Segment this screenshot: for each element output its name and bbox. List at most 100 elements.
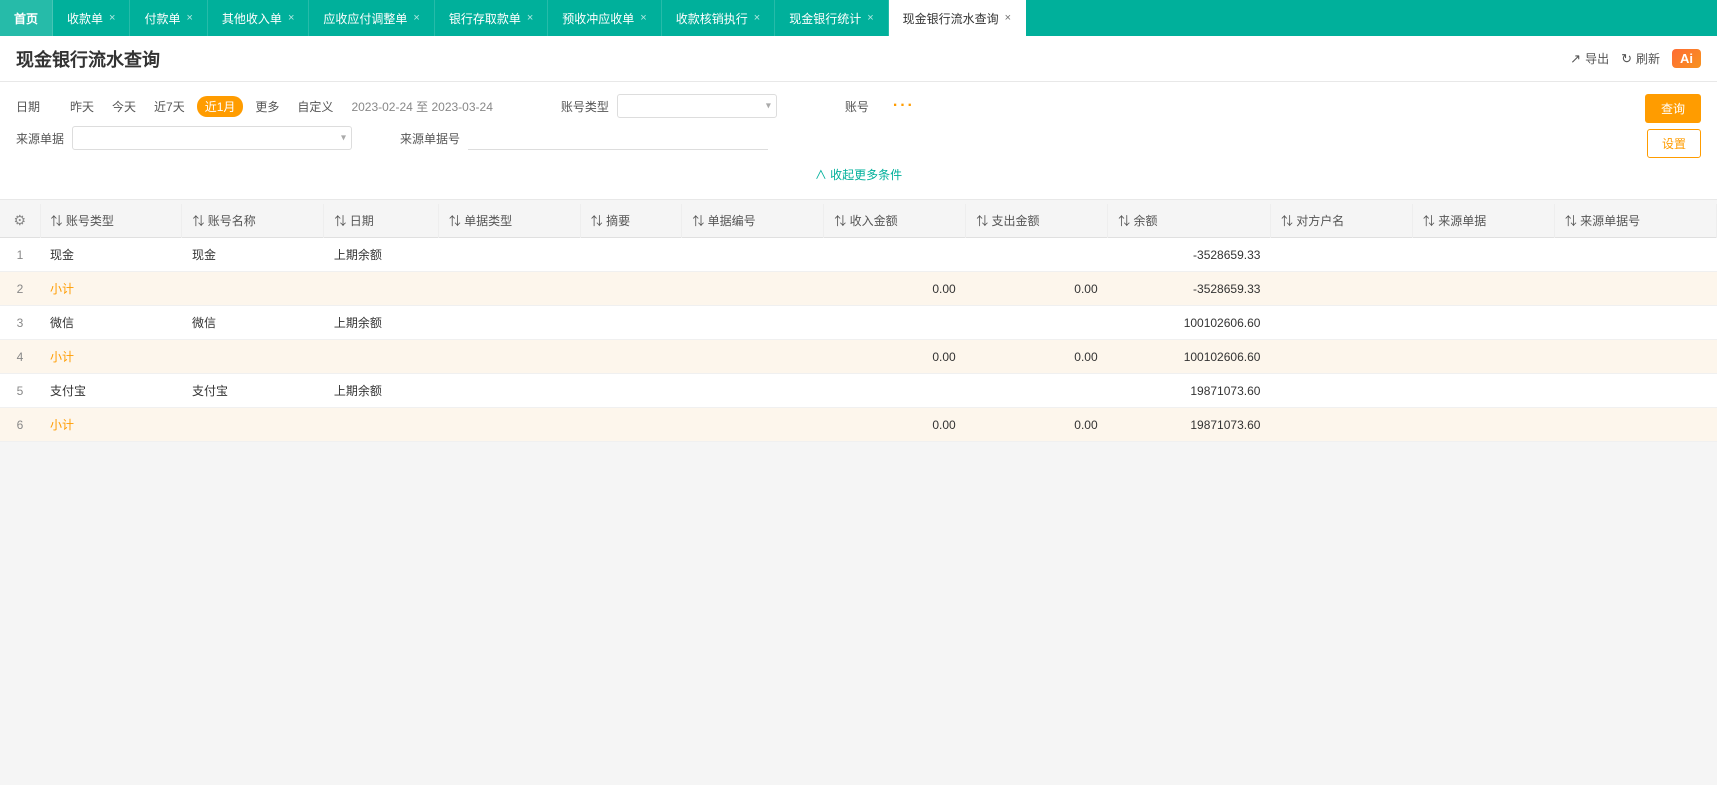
col-counterpart-label: ⇅ 对方户名 (1281, 214, 1344, 228)
row-account-name (182, 408, 324, 442)
nav-item-receipt[interactable]: 收款单 × (53, 0, 130, 36)
row-summary (580, 408, 682, 442)
collapse-button[interactable]: ∧ 收起更多条件 (16, 162, 1701, 187)
row-account-name (182, 272, 324, 306)
row-account-type: 小计 (40, 272, 182, 306)
nav-label-writeoff: 收款核销执行 (676, 10, 748, 27)
col-income[interactable]: ⇅ 收入金额 (824, 204, 966, 238)
source-doc-wrapper: ▾ (72, 126, 352, 150)
close-advance-offset-icon[interactable]: × (640, 12, 646, 24)
date-opt-custom[interactable]: 自定义 (291, 96, 339, 117)
row-date (324, 408, 438, 442)
nav-item-other-income[interactable]: 其他收入单 × (208, 0, 309, 36)
export-button[interactable]: ↗ 导出 (1570, 50, 1609, 67)
refresh-button[interactable]: ↻ 刷新 (1621, 50, 1660, 67)
nav-item-bank-deposit[interactable]: 银行存取款单 × (435, 0, 548, 36)
col-source-doc-no[interactable]: ⇅ 来源单据号 (1554, 204, 1716, 238)
row-source-doc-no (1554, 374, 1716, 408)
row-summary (580, 306, 682, 340)
nav-label-bank-deposit: 银行存取款单 (449, 10, 521, 27)
table-row: 6小计0.000.0019871073.60 (0, 408, 1717, 442)
account-dots-button[interactable]: ··· (893, 97, 915, 115)
row-income: 0.00 (824, 340, 966, 374)
col-date-label: ⇅ 日期 (334, 214, 373, 228)
col-source-doc-label: ⇅ 来源单据 (1423, 214, 1486, 228)
row-doc-no (682, 272, 824, 306)
row-account-name: 现金 (182, 238, 324, 272)
close-cash-flow-icon[interactable]: × (1005, 12, 1011, 24)
row-balance: -3528659.33 (1108, 272, 1271, 306)
ai-button[interactable]: Ai (1672, 49, 1701, 68)
col-counterpart[interactable]: ⇅ 对方户名 (1270, 204, 1412, 238)
close-cash-stat-icon[interactable]: × (867, 12, 873, 24)
row-account-type: 微信 (40, 306, 182, 340)
date-opt-1month[interactable]: 近1月 (197, 96, 244, 117)
nav-item-ar-ap-adjust[interactable]: 应收应付调整单 × (309, 0, 434, 36)
row-income (824, 374, 966, 408)
row-date: 上期余额 (324, 238, 438, 272)
col-account-type-label: ⇅ 账号类型 (51, 214, 114, 228)
nav-item-cash-stat[interactable]: 现金银行统计 × (775, 0, 888, 36)
col-account-name[interactable]: ⇅ 账号名称 (182, 204, 324, 238)
row-doc-no (682, 374, 824, 408)
col-source-doc[interactable]: ⇅ 来源单据 (1412, 204, 1554, 238)
top-navigation: 首页 收款单 × 付款单 × 其他收入单 × 应收应付调整单 × 银行存取款单 … (0, 0, 1717, 36)
source-doc-no-input[interactable] (468, 127, 768, 150)
col-settings[interactable]: ⚙ (0, 204, 40, 238)
date-opt-today[interactable]: 今天 (106, 96, 142, 117)
source-doc-select[interactable] (72, 126, 352, 150)
row-counterpart (1270, 306, 1412, 340)
row-index: 1 (0, 238, 40, 272)
row-summary (580, 272, 682, 306)
col-doc-no[interactable]: ⇅ 单据编号 (682, 204, 824, 238)
row-counterpart (1270, 374, 1412, 408)
row-source-doc-no (1554, 340, 1716, 374)
row-summary (580, 238, 682, 272)
row-expense: 0.00 (966, 340, 1108, 374)
date-label: 日期 (16, 98, 56, 115)
nav-label-home: 首页 (14, 10, 38, 27)
date-opt-7days[interactable]: 近7天 (148, 96, 191, 117)
col-doc-no-label: ⇅ 单据编号 (692, 214, 755, 228)
account-type-select[interactable]: 现金 微信 支付宝 (617, 94, 777, 118)
close-bank-deposit-icon[interactable]: × (527, 12, 533, 24)
table-row: 1现金现金上期余额-3528659.33 (0, 238, 1717, 272)
account-type-wrapper: 现金 微信 支付宝 ▾ (617, 94, 777, 118)
query-button[interactable]: 查询 (1645, 94, 1701, 123)
col-summary[interactable]: ⇅ 摘要 (580, 204, 682, 238)
nav-label-receipt: 收款单 (67, 10, 103, 27)
nav-item-payment[interactable]: 付款单 × (130, 0, 207, 36)
col-balance[interactable]: ⇅ 余额 (1108, 204, 1271, 238)
nav-item-writeoff[interactable]: 收款核销执行 × (662, 0, 775, 36)
nav-item-advance-offset[interactable]: 预收冲应收单 × (548, 0, 661, 36)
table-row: 4小计0.000.00100102606.60 (0, 340, 1717, 374)
row-date (324, 272, 438, 306)
date-opt-more[interactable]: 更多 (249, 96, 285, 117)
col-account-type[interactable]: ⇅ 账号类型 (40, 204, 182, 238)
nav-label-cash-stat: 现金银行统计 (789, 10, 861, 27)
nav-item-home[interactable]: 首页 (0, 0, 53, 36)
close-other-income-icon[interactable]: × (288, 12, 294, 24)
nav-label-advance-offset: 预收冲应收单 (562, 10, 634, 27)
close-payment-icon[interactable]: × (186, 12, 192, 24)
close-receipt-icon[interactable]: × (109, 12, 115, 24)
settings-button[interactable]: 设置 (1647, 129, 1701, 158)
col-doc-type[interactable]: ⇅ 单据类型 (438, 204, 580, 238)
date-opt-yesterday[interactable]: 昨天 (64, 96, 100, 117)
column-settings-icon[interactable]: ⚙ (13, 212, 26, 228)
nav-item-cash-flow[interactable]: 现金银行流水查询 × (889, 0, 1026, 36)
col-expense[interactable]: ⇅ 支出金额 (966, 204, 1108, 238)
row-date: 上期余额 (324, 306, 438, 340)
row-account-type: 小计 (40, 408, 182, 442)
nav-label-cash-flow: 现金银行流水查询 (903, 10, 999, 27)
row-expense (966, 306, 1108, 340)
col-date[interactable]: ⇅ 日期 (324, 204, 438, 238)
row-index: 2 (0, 272, 40, 306)
close-ar-ap-adjust-icon[interactable]: × (413, 12, 419, 24)
col-expense-label: ⇅ 支出金额 (976, 214, 1039, 228)
row-expense (966, 374, 1108, 408)
close-writeoff-icon[interactable]: × (754, 12, 760, 24)
export-label: 导出 (1585, 50, 1609, 67)
row-source-doc (1412, 408, 1554, 442)
row-doc-type (438, 272, 580, 306)
